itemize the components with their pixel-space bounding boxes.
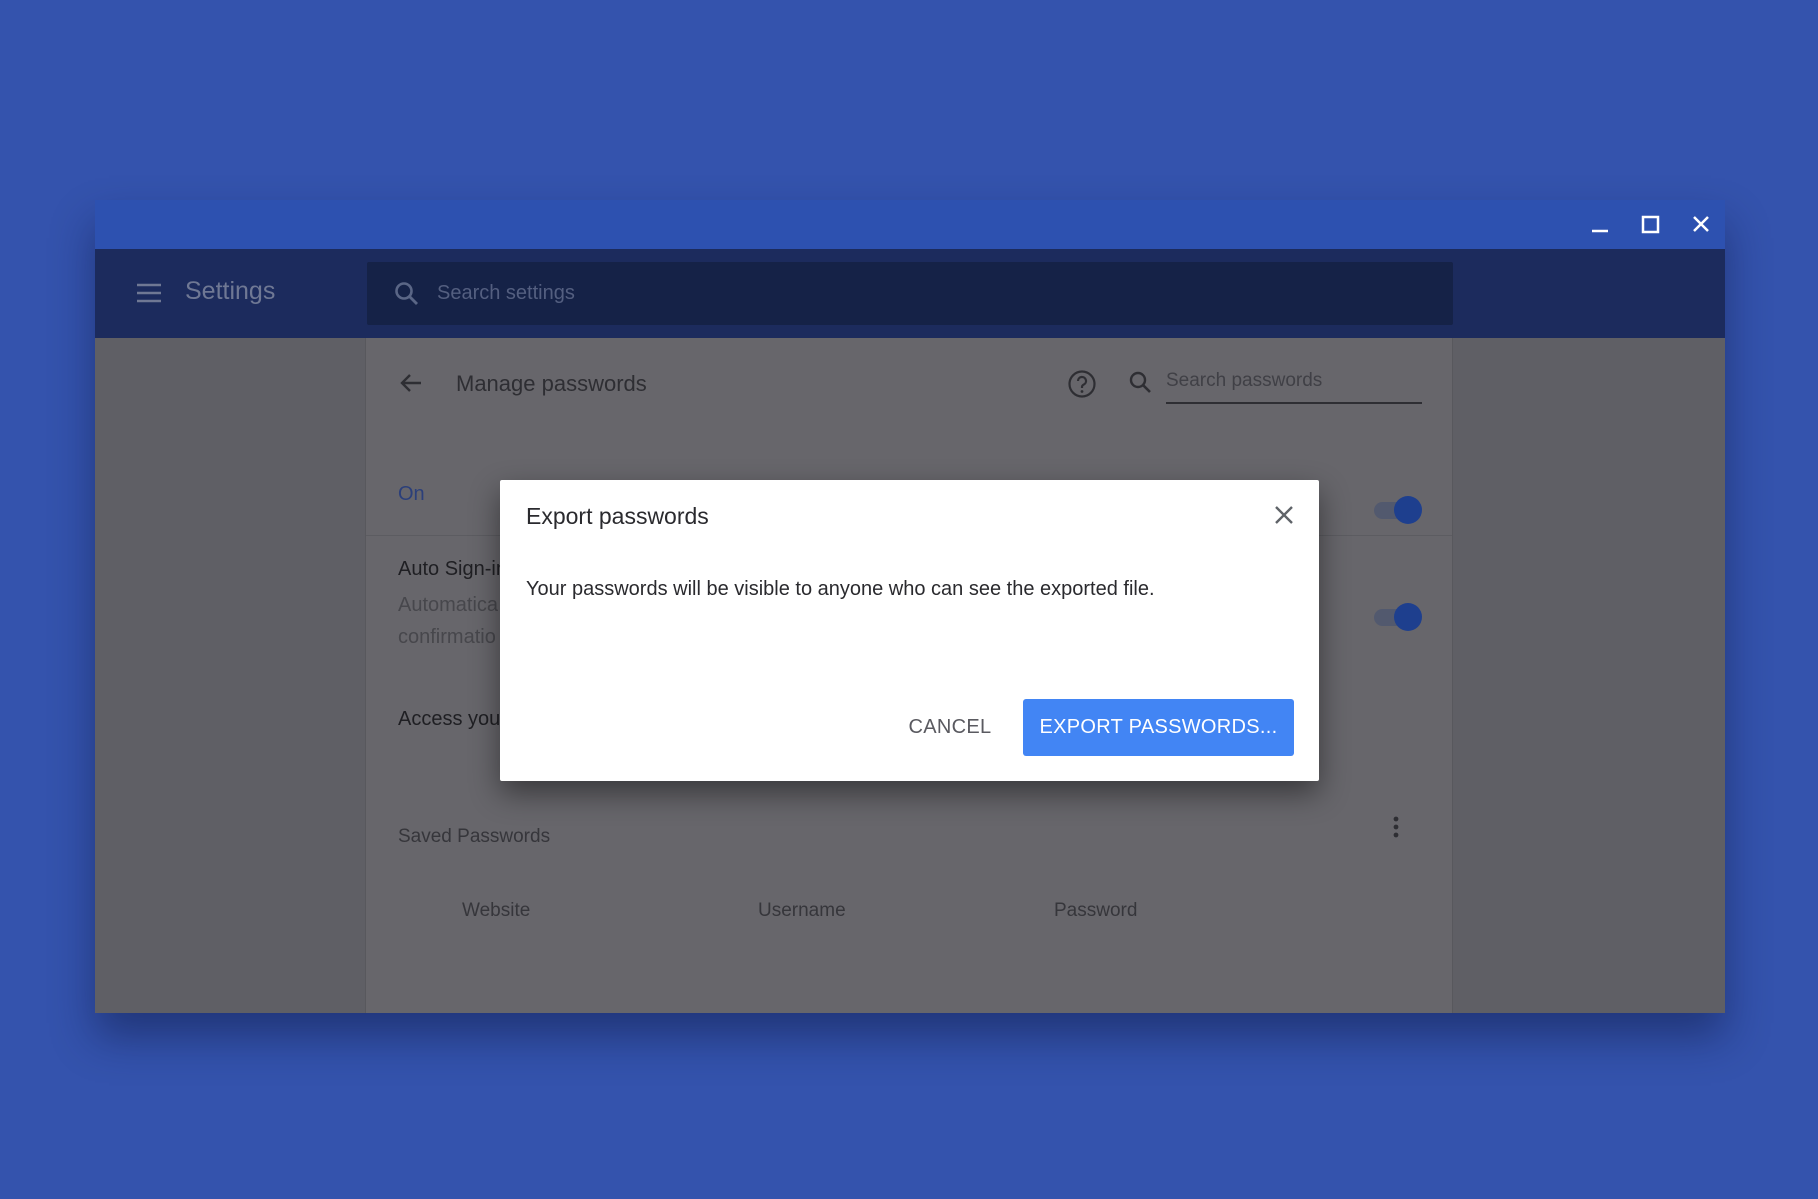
maximize-icon — [1641, 215, 1660, 234]
title-bar[interactable] — [95, 200, 1725, 249]
offer-to-save-toggle[interactable] — [1372, 495, 1422, 525]
dialog-message: Your passwords will be visible to anyone… — [526, 578, 1155, 600]
column-header-website[interactable]: Website — [462, 900, 530, 922]
offer-to-save-status: On — [398, 483, 425, 505]
search-icon — [395, 282, 418, 305]
settings-search-box[interactable] — [367, 262, 1453, 325]
close-icon — [1693, 216, 1709, 232]
cancel-button[interactable]: CANCEL — [894, 699, 1006, 756]
auto-signin-title: Auto Sign-in — [398, 558, 507, 580]
minimize-icon — [1592, 229, 1608, 233]
search-passwords-input[interactable] — [1166, 360, 1422, 404]
maximize-button[interactable] — [1633, 210, 1667, 240]
saved-passwords-title: Saved Passwords — [398, 826, 551, 847]
settings-header: Settings — [95, 249, 1725, 338]
toggle-knob — [1394, 496, 1422, 524]
app-title: Settings — [185, 277, 276, 305]
toggle-knob — [1394, 603, 1422, 631]
export-passwords-dialog: Export passwords Your passwords will be … — [500, 480, 1319, 781]
column-header-password[interactable]: Password — [1054, 900, 1137, 922]
more-vert-icon[interactable] — [1384, 812, 1408, 842]
minimize-button[interactable] — [1582, 210, 1616, 240]
hamburger-menu-icon[interactable] — [135, 279, 163, 307]
auto-signin-toggle[interactable] — [1372, 602, 1422, 632]
export-passwords-button[interactable]: EXPORT PASSWORDS... — [1023, 699, 1294, 756]
column-header-username[interactable]: Username — [758, 900, 846, 922]
help-icon[interactable] — [1066, 368, 1098, 400]
access-passwords-link[interactable]: Access you — [398, 708, 500, 731]
dialog-title: Export passwords — [526, 503, 709, 529]
close-window-button[interactable] — [1684, 210, 1718, 240]
search-icon — [1129, 371, 1151, 393]
page-title: Manage passwords — [456, 371, 647, 396]
back-arrow-icon[interactable] — [396, 368, 426, 398]
settings-search-input[interactable] — [437, 262, 1337, 325]
close-icon[interactable] — [1269, 500, 1299, 530]
